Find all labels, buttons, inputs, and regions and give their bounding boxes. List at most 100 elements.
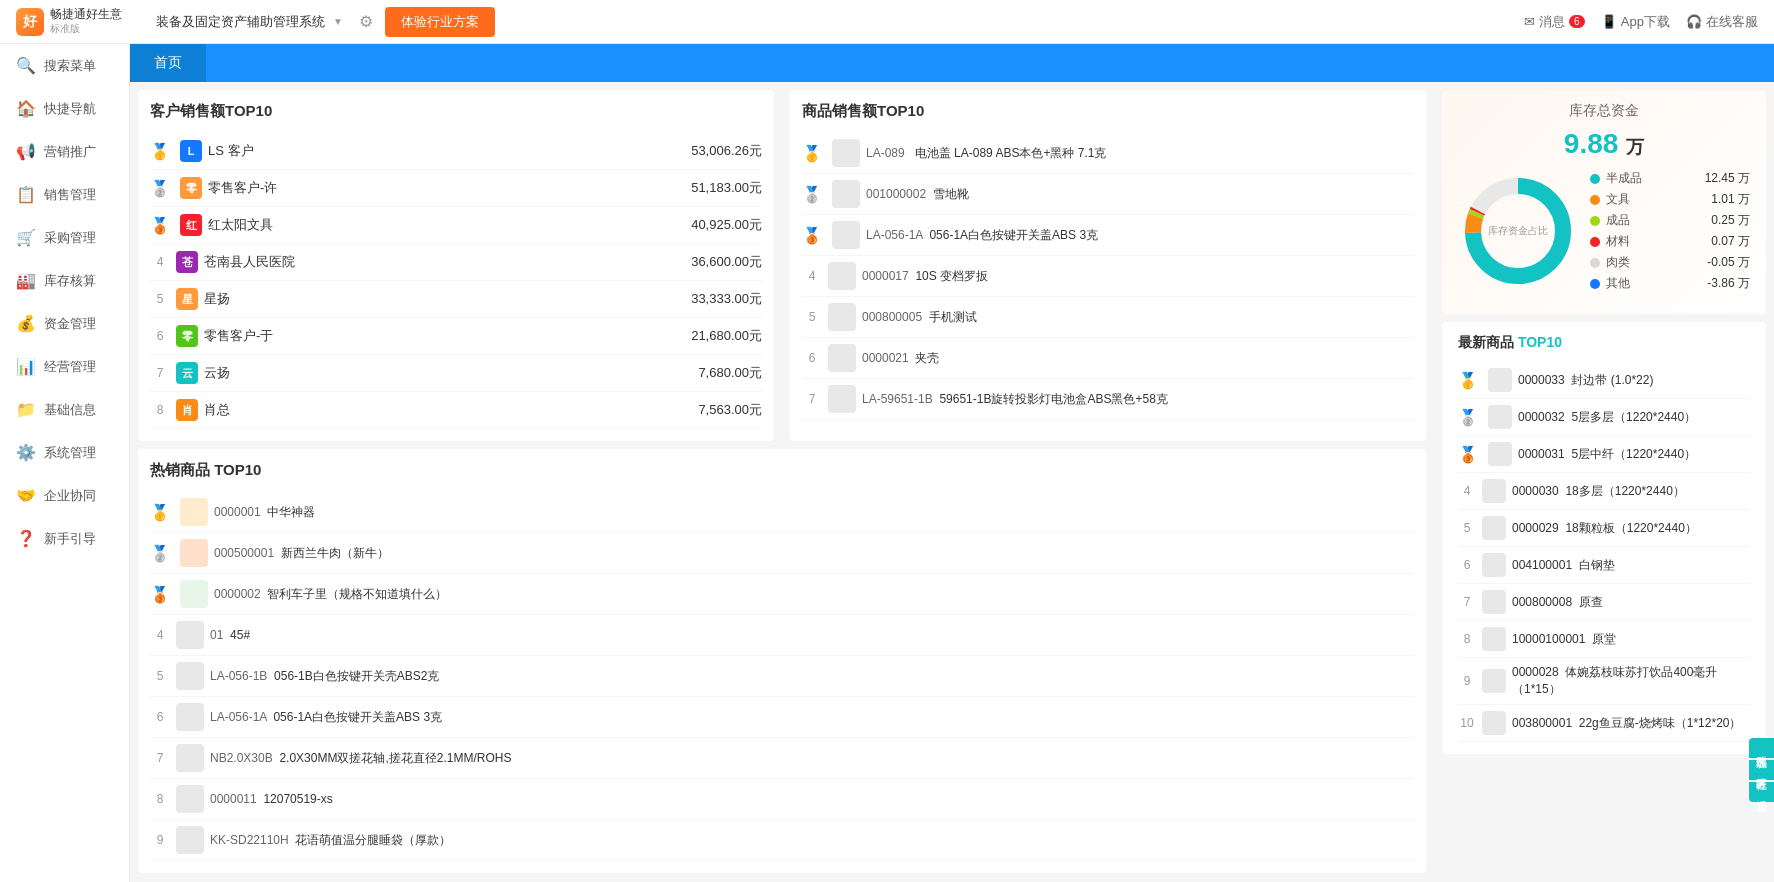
product-name: 智利车子里（规格不知道填什么） (267, 587, 447, 601)
product-info: LA-056-1B 056-1B白色按键开关壳ABS2克 (210, 668, 1414, 685)
legend-item: 成品 0.25 万 (1590, 210, 1750, 231)
online-service-label: 在线客服 (1706, 13, 1758, 31)
message-label: 消息 (1539, 13, 1565, 31)
table-row: 🥈 000500001 新西兰牛肉（新牛） (150, 533, 1414, 574)
rank-number: 6 (802, 351, 822, 365)
product-info: 0000028 体婉荔枝味苏打饮品400毫升（1*15） (1512, 664, 1750, 698)
product-ranking-card: 商品销售额TOP10 🥇 LA-089 电池盖 LA-089 ABS本色+黑种 … (790, 90, 1426, 441)
table-row: 9 0000028 体婉荔枝味苏打饮品400毫升（1*15） (1458, 658, 1750, 705)
product-code: 10000100001 (1512, 632, 1585, 646)
sidebar-item-system[interactable]: ⚙️ 系统管理 (0, 431, 129, 474)
service-community-button[interactable]: 服务社区 (1749, 760, 1774, 780)
customer-name: 肖总 (204, 401, 698, 419)
system-name: 装备及固定资产辅助管理系统 (156, 13, 325, 31)
rank-number: 8 (150, 403, 170, 417)
customer-amount: 53,006.26元 (691, 142, 762, 160)
product-info: 004100001 白钢垫 (1512, 557, 1750, 574)
system-select: 装备及固定资产辅助管理系统 ▼ ⚙ (156, 12, 373, 31)
rank-number: 5 (802, 310, 822, 324)
sidebar-item-operations[interactable]: 📊 经营管理 (0, 345, 129, 388)
customer-name: LS 客户 (208, 142, 691, 160)
product-name: 056-1B白色按键开关壳ABS2克 (274, 669, 439, 683)
sidebar-item-quick-nav[interactable]: 🏠 快捷导航 (0, 87, 129, 130)
message-button[interactable]: ✉ 消息 6 (1524, 13, 1585, 31)
rank-number: 8 (150, 792, 170, 806)
product-icon (176, 744, 204, 772)
rank-number: 6 (1458, 558, 1476, 572)
rank-number: 10 (1458, 716, 1476, 730)
legend-area: 半成品 12.45 万 文具 1.01 万 成品 0.25 万 (1578, 168, 1750, 294)
product-info: 0000011 12070519-xs (210, 792, 1414, 806)
sidebar-item-purchase[interactable]: 🛒 采购管理 (0, 216, 129, 259)
product-name: 电池盖 LA-089 ABS本色+黑种 7.1克 (915, 146, 1107, 160)
direct-button[interactable]: 直播 (1749, 782, 1774, 802)
sidebar-item-marketing[interactable]: 📢 营销推广 (0, 130, 129, 173)
rank-number: 5 (150, 669, 170, 683)
app-download-button[interactable]: 📱 App下载 (1601, 13, 1670, 31)
system-icon: ⚙️ (16, 443, 36, 462)
inventory-card: 库存总资金 9.88 万 (1442, 90, 1766, 314)
product-info: NB2.0X30B 2.0X30MM双搓花轴,搓花直径2.1MM/ROHS (210, 750, 1414, 767)
product-info: 01 45# (210, 628, 1414, 642)
product-ranking-table: 🥇 LA-089 电池盖 LA-089 ABS本色+黑种 7.1克 🥈 (802, 133, 1414, 420)
gear-icon[interactable]: ⚙ (359, 12, 373, 31)
customer-badge: 星 (176, 288, 198, 310)
product-code: LA-089 (866, 146, 905, 160)
online-service-button[interactable]: 🎧 在线客服 (1686, 13, 1758, 31)
sidebar-item-basic-info[interactable]: 📁 基础信息 (0, 388, 129, 431)
medal-icon: 🥉 (802, 226, 822, 245)
customer-badge: 苍 (176, 251, 198, 273)
product-code: 0000021 (862, 351, 909, 365)
product-icon (1488, 405, 1512, 429)
rank-number: 5 (1458, 521, 1476, 535)
rank-number: 7 (802, 392, 822, 406)
product-code: 0000033 (1518, 373, 1565, 387)
legend-label: 成品 (1606, 212, 1711, 229)
cs-hotline-button[interactable]: 客服热线 (1749, 738, 1774, 758)
trial-button[interactable]: 体验行业方案 (385, 7, 495, 37)
dropdown-arrow-icon[interactable]: ▼ (333, 16, 343, 27)
table-row: 5 0000029 18颗粒板（1220*2440） (1458, 510, 1750, 547)
table-row: 🥇 0000001 中华神器 (150, 492, 1414, 533)
legend-item: 其他 -3.86 万 (1590, 273, 1750, 294)
table-row: 7 000800008 原查 (1458, 584, 1750, 621)
sidebar-item-collab[interactable]: 🤝 企业协同 (0, 474, 129, 517)
tab-home[interactable]: 首页 (130, 44, 206, 82)
medal-icon: 🥉 (150, 216, 170, 235)
finance-icon: 💰 (16, 314, 36, 333)
product-code: NB2.0X30B (210, 751, 273, 765)
legend-dot (1590, 216, 1600, 226)
sidebar-item-sales[interactable]: 📋 销售管理 (0, 173, 129, 216)
medal-icon: 🥇 (150, 142, 170, 161)
product-info: LA-056-1A 056-1A白色按键开关盖ABS 3克 (210, 709, 1414, 726)
rank-number: 6 (150, 329, 170, 343)
medal-icon: 🥈 (1458, 408, 1478, 427)
product-info: 10000100001 原堂 (1512, 631, 1750, 648)
product-code: 0000029 (1512, 521, 1559, 535)
inventory-value: 9.88 (1564, 128, 1619, 159)
customer-ranking-card: 客户销售额TOP10 🥇 L LS 客户 53,006.26元 🥈 零 零售客户… (138, 90, 774, 441)
product-code: LA-056-1B (210, 669, 267, 683)
product-code: 0000032 (1518, 410, 1565, 424)
table-row: 5 000800005 手机测试 (802, 297, 1414, 338)
table-row: 🥈 零 零售客户-许 51,183.00元 (150, 170, 762, 207)
hot-products-title: 热销商品 TOP10 (150, 461, 1414, 480)
new-products-title: 最新商品 TOP10 (1458, 334, 1750, 352)
sidebar-item-inventory[interactable]: 🏭 库存核算 (0, 259, 129, 302)
sales-icon: 📋 (16, 185, 36, 204)
sidebar-item-label-system: 系统管理 (44, 444, 96, 462)
rank-number: 4 (150, 255, 170, 269)
product-name: 原查 (1579, 595, 1603, 609)
sidebar-item-finance[interactable]: 💰 资金管理 (0, 302, 129, 345)
rank-number: 7 (150, 366, 170, 380)
legend-value: -3.86 万 (1707, 275, 1750, 292)
rank-number: 4 (150, 628, 170, 642)
sidebar-item-search[interactable]: 🔍 搜索菜单 (0, 44, 129, 87)
legend-label: 肉类 (1606, 254, 1707, 271)
product-info: 0000017 10S 变档罗扳 (862, 268, 1414, 285)
table-row: 4 0000030 18多层（1220*2440） (1458, 473, 1750, 510)
product-info: 001000002 雪地靴 (866, 186, 1414, 203)
legend-label: 半成品 (1606, 170, 1705, 187)
sidebar-item-guide[interactable]: ❓ 新手引导 (0, 517, 129, 560)
product-info: 0000033 封边带 (1.0*22) (1518, 372, 1750, 389)
